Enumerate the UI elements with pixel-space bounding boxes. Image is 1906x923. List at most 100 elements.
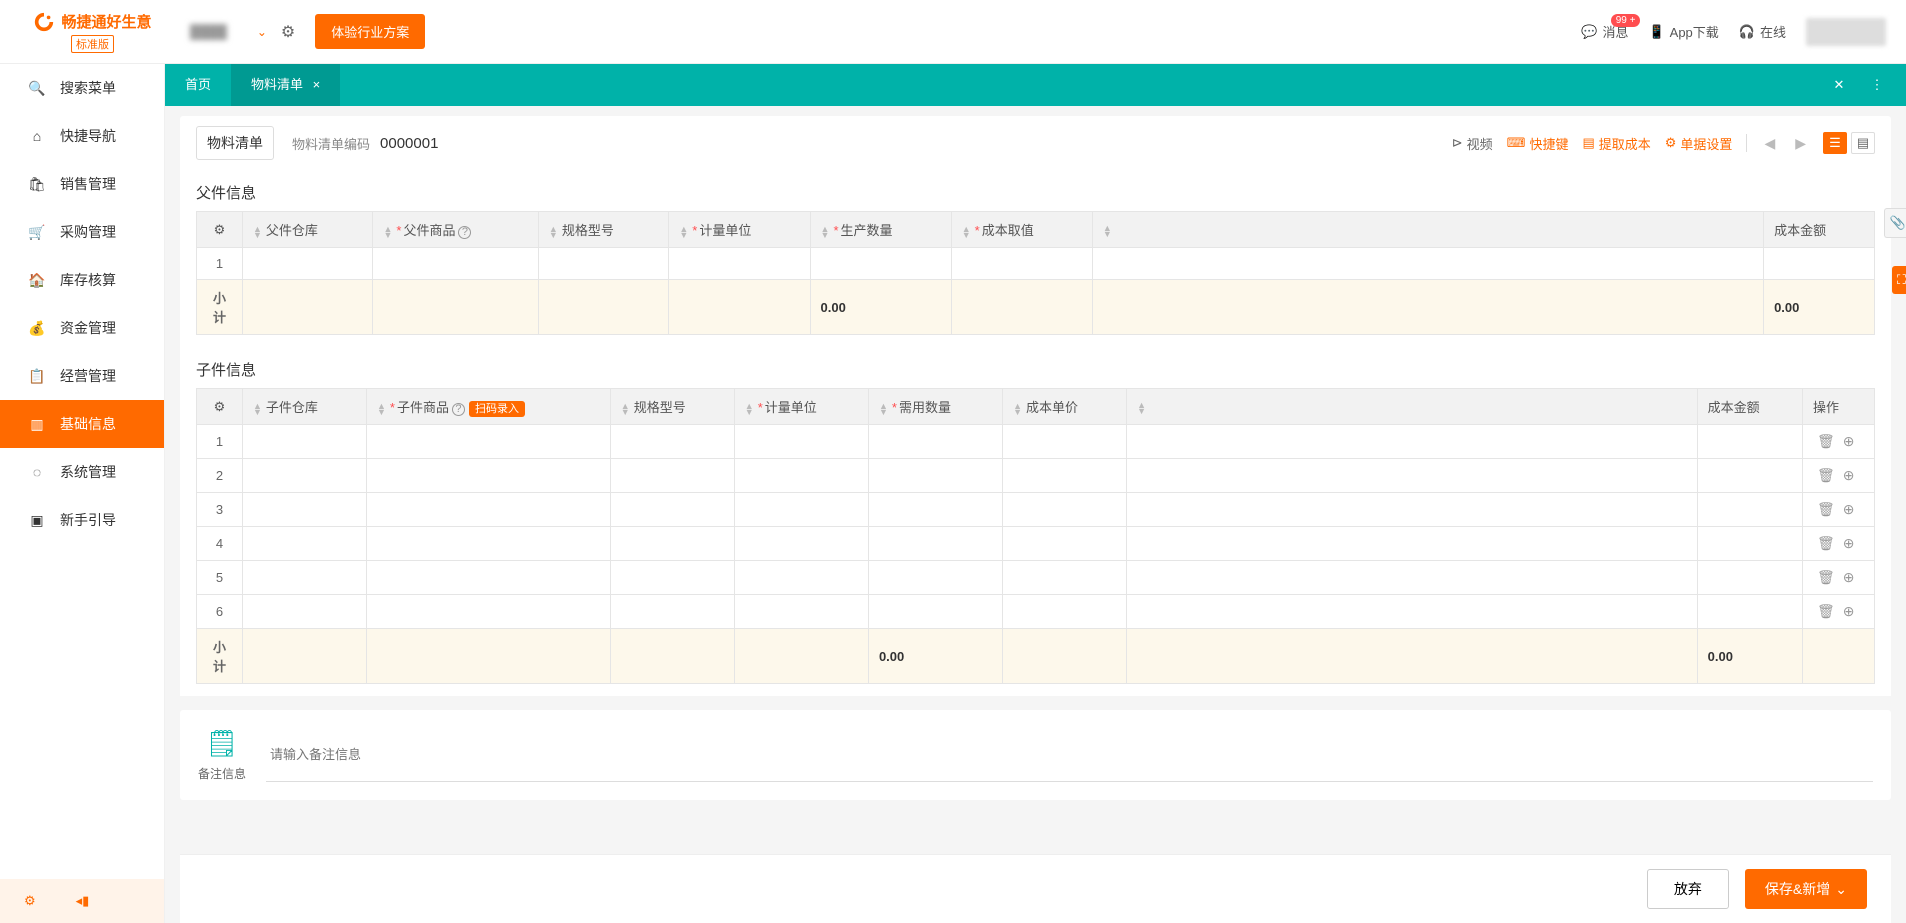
gear-icon[interactable]: ⚙ <box>281 22 295 42</box>
delete-row-icon[interactable]: 🗑 <box>1817 433 1835 449</box>
child-row[interactable]: 3🗑⊕ <box>197 493 1875 527</box>
collapse-icon[interactable]: ◂▮ <box>76 893 90 909</box>
view-card-button[interactable]: ▤ <box>1851 132 1875 154</box>
th-child-unit[interactable]: ▲▼*计量单位 <box>734 389 868 425</box>
sidebar-item-operation[interactable]: 📋经营管理 <box>0 352 164 400</box>
app-download-button[interactable]: 📱 App下载 <box>1648 22 1718 41</box>
add-row-icon[interactable]: ⊕ <box>1843 433 1855 449</box>
online-support-button[interactable]: 🎧 在线 <box>1739 22 1786 41</box>
guide-icon: ▣ <box>28 511 46 529</box>
th-parent-empty[interactable]: ▲▼ <box>1092 212 1763 248</box>
add-row-icon[interactable]: ⊕ <box>1843 467 1855 483</box>
code-value: 0000001 <box>380 135 438 152</box>
note-icon: 🗒 <box>206 728 239 759</box>
gear-icon[interactable]: ⚙ <box>214 222 226 237</box>
child-row[interactable]: 5🗑⊕ <box>197 561 1875 595</box>
add-row-icon[interactable]: ⊕ <box>1843 535 1855 551</box>
child-row[interactable]: 2🗑⊕ <box>197 459 1875 493</box>
gear-icon[interactable]: ⚙ <box>214 399 226 414</box>
money-icon: 💰 <box>28 319 46 337</box>
tab-close-icon[interactable]: × <box>313 77 321 92</box>
doc-settings-link[interactable]: ⚙单据设置 <box>1665 134 1733 153</box>
hotkey-link[interactable]: ⌨快捷键 <box>1507 134 1569 153</box>
sidebar-item-sales[interactable]: 🛍销售管理 <box>0 160 164 208</box>
th-child-spec[interactable]: ▲▼规格型号 <box>610 389 734 425</box>
delete-row-icon[interactable]: 🗑 <box>1817 569 1835 585</box>
th-child-product[interactable]: ▲▼*子件商品?扫码录入 <box>366 389 610 425</box>
th-child-unit-cost[interactable]: ▲▼成本单价 <box>1003 389 1127 425</box>
page-actions: ⊳视频 ⌨快捷键 ▤提取成本 ⚙单据设置 ◀ ▶ ☰ ▤ <box>1452 132 1875 154</box>
sidebar-item-system[interactable]: ◌系统管理 <box>0 448 164 496</box>
sidebar-item-quicknav[interactable]: ⌂快捷导航 <box>0 112 164 160</box>
play-icon: ⊳ <box>1452 135 1463 151</box>
close-all-tabs-button[interactable]: ✕ <box>1825 71 1853 99</box>
child-row[interactable]: 4🗑⊕ <box>197 527 1875 561</box>
extract-cost-link[interactable]: ▤提取成本 <box>1582 134 1650 153</box>
add-row-icon[interactable]: ⊕ <box>1843 603 1855 619</box>
content: 物料清单 物料清单编码 0000001 ⊳视频 ⌨快捷键 ▤提取成本 ⚙单据设置… <box>165 106 1906 923</box>
phone-icon: 📱 <box>1648 24 1664 40</box>
video-link[interactable]: ⊳视频 <box>1452 134 1493 153</box>
add-row-icon[interactable]: ⊕ <box>1843 501 1855 517</box>
discard-button[interactable]: 放弃 <box>1647 869 1729 909</box>
sidebar-item-search[interactable]: 🔍搜索菜单 <box>0 64 164 112</box>
child-section-title: 子件信息 <box>180 347 1891 388</box>
child-row[interactable]: 1🗑⊕ <box>197 425 1875 459</box>
next-doc-button[interactable]: ▶ <box>1792 135 1809 152</box>
help-icon[interactable]: ? <box>452 403 465 416</box>
settings-icon: ⚙ <box>1665 135 1677 151</box>
th-parent-spec[interactable]: ▲▼规格型号 <box>538 212 668 248</box>
th-parent-cost-amt[interactable]: 成本金额 <box>1764 212 1875 248</box>
warehouse-icon: 🏠 <box>28 271 46 289</box>
tab-home[interactable]: 首页 <box>165 64 231 106</box>
view-toggle: ☰ ▤ <box>1823 132 1875 154</box>
th-parent-warehouse[interactable]: ▲▼父件仓库 <box>243 212 373 248</box>
th-parent-unit[interactable]: ▲▼*计量单位 <box>669 212 810 248</box>
delete-row-icon[interactable]: 🗑 <box>1817 535 1835 551</box>
sidebar-item-guide[interactable]: ▣新手引导 <box>0 496 164 544</box>
parent-row[interactable]: 1 <box>197 248 1875 280</box>
page-head: 物料清单 物料清单编码 0000001 ⊳视频 ⌨快捷键 ▤提取成本 ⚙单据设置… <box>180 116 1891 170</box>
child-subtotal-row: 小计0.000.00 <box>197 629 1875 684</box>
remark-input[interactable] <box>266 728 1873 782</box>
delete-row-icon[interactable]: 🗑 <box>1817 467 1835 483</box>
prev-doc-button[interactable]: ◀ <box>1761 135 1778 152</box>
bag-icon: 🛒 <box>28 223 46 241</box>
th-child-warehouse[interactable]: ▲▼子件仓库 <box>243 389 367 425</box>
expand-button[interactable]: ⛶ <box>1892 266 1906 294</box>
child-row[interactable]: 6🗑⊕ <box>197 595 1875 629</box>
try-industry-button[interactable]: 体验行业方案 <box>315 14 425 49</box>
sidebar-item-purchase[interactable]: 🛒采购管理 <box>0 208 164 256</box>
th-child-qty[interactable]: ▲▼*需用数量 <box>868 389 1002 425</box>
header-right: 💬 消息 99 + 📱 App下载 🎧 在线 <box>1581 18 1886 46</box>
org-selector[interactable]: ████ ⌄ <box>190 24 267 39</box>
app-header: 畅捷通好生意 标准版 ████ ⌄ ⚙ 体验行业方案 💬 消息 99 + 📱 A… <box>0 0 1906 64</box>
delete-row-icon[interactable]: 🗑 <box>1817 501 1835 517</box>
more-tabs-button[interactable]: ⋮ <box>1863 71 1891 99</box>
help-icon[interactable]: ? <box>458 226 471 239</box>
save-new-button[interactable]: 保存&新增 ⌄ <box>1745 869 1867 909</box>
sidebar-item-basedata[interactable]: ▥基础信息 <box>0 400 164 448</box>
sidebar: 🔍搜索菜单 ⌂快捷导航 🛍销售管理 🛒采购管理 🏠库存核算 💰资金管理 📋经营管… <box>0 64 165 923</box>
scan-entry-badge[interactable]: 扫码录入 <box>469 401 525 417</box>
chat-icon: 💬 <box>1581 24 1597 40</box>
headset-icon: 🎧 <box>1739 24 1755 40</box>
add-row-icon[interactable]: ⊕ <box>1843 569 1855 585</box>
settings-icon[interactable]: ⚙ <box>24 893 36 909</box>
sidebar-item-inventory[interactable]: 🏠库存核算 <box>0 256 164 304</box>
th-parent-qty[interactable]: ▲▼*生产数量 <box>810 212 951 248</box>
th-child-cost-amt[interactable]: 成本金额 <box>1697 389 1802 425</box>
messages-button[interactable]: 💬 消息 99 + <box>1581 22 1628 41</box>
page-tab-bom[interactable]: 物料清单 <box>196 126 274 160</box>
th-child-op: 操作 <box>1803 389 1875 425</box>
user-info-blurred[interactable] <box>1806 18 1886 46</box>
view-list-button[interactable]: ☰ <box>1823 132 1847 154</box>
attachment-button[interactable]: 📎 <box>1884 208 1906 238</box>
sidebar-item-finance[interactable]: 💰资金管理 <box>0 304 164 352</box>
th-parent-cost-src[interactable]: ▲▼*成本取值 <box>951 212 1092 248</box>
delete-row-icon[interactable]: 🗑 <box>1817 603 1835 619</box>
tab-bom[interactable]: 物料清单 × <box>231 64 340 106</box>
th-child-empty[interactable]: ▲▼ <box>1127 389 1698 425</box>
th-parent-product[interactable]: ▲▼*父件商品? <box>373 212 538 248</box>
child-grid: ⚙ ▲▼子件仓库 ▲▼*子件商品?扫码录入 ▲▼规格型号 ▲▼*计量单位 ▲▼*… <box>196 388 1875 684</box>
